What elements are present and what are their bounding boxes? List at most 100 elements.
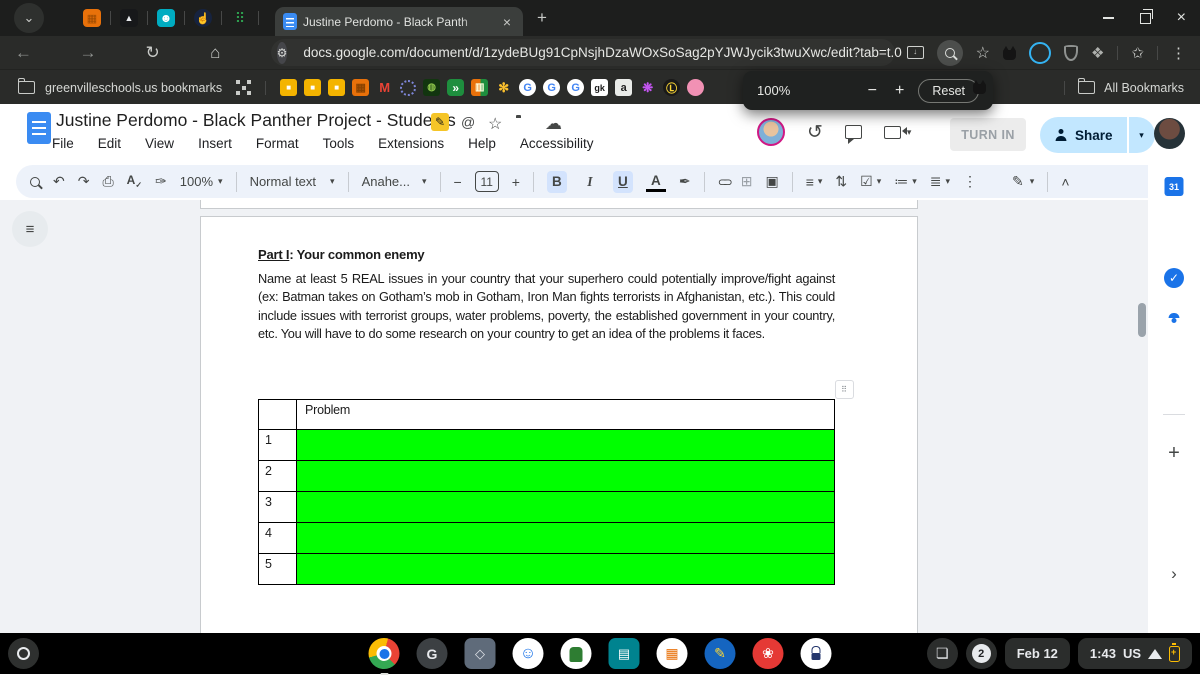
back-icon[interactable]: ← [12,43,35,63]
shelf-app-icon[interactable]: ❀ [752,638,784,669]
bookmark-favicon[interactable]: G [519,79,537,96]
install-app-icon[interactable]: ↓ [906,46,924,59]
share-dropdown[interactable]: ▾ [1128,117,1155,153]
increase-font-icon[interactable]: + [512,174,520,190]
add-addon-icon[interactable]: + [1168,442,1180,465]
bookmark-favicon[interactable] [400,79,417,96]
menu-item[interactable]: Format [256,136,299,151]
search-menus-icon[interactable] [30,174,40,190]
zoom-search-icon[interactable] [936,39,963,66]
tab-search-chevron-icon[interactable]: ⌄ [14,3,44,33]
tab-close-icon[interactable]: × [499,14,515,30]
comments-icon[interactable] [844,125,862,144]
share-button[interactable]: Share [1040,117,1127,153]
text-color-icon[interactable]: A [645,172,666,192]
minimize-icon[interactable] [1102,17,1114,19]
system-tray[interactable]: 1:43 US [1077,638,1192,669]
close-icon[interactable]: × [1177,9,1186,27]
scrollbar-thumb[interactable] [1138,303,1146,337]
bookmark-favicon[interactable] [687,79,705,96]
menu-item[interactable]: Tools [323,136,355,151]
highlighted-cell[interactable] [297,554,835,584]
date-pill[interactable]: Feb 12 [1004,638,1070,669]
menu-item[interactable]: Help [468,136,496,151]
bookmarks-folder-icon[interactable] [18,78,35,94]
cloud-status-icon[interactable]: ☁ [545,114,562,134]
highlighted-cell[interactable] [297,430,835,460]
document-page[interactable]: Part I: Your common enemy Name at least … [200,216,918,634]
sparkle-star-icon[interactable]: ✩ [1131,44,1144,62]
all-bookmarks-label[interactable]: All Bookmarks [1104,81,1184,95]
highlighted-cell[interactable] [297,461,835,491]
zoom-in-button[interactable]: + [895,82,904,100]
ruler-extension-icon[interactable]: ✎ [431,113,449,131]
bookmark-favicon[interactable]: ❋ [639,79,656,96]
print-icon[interactable]: ⎙ [102,173,113,190]
turn-in-button[interactable]: TURN IN [950,118,1026,151]
row-number-cell[interactable]: 4 [258,523,297,553]
bookmark-favicon[interactable]: » [447,79,465,96]
line-spacing-icon[interactable]: ⇅ [835,173,847,190]
shelf-app-icon[interactable] [368,638,400,675]
menu-item[interactable]: Insert [198,136,232,151]
address-bar[interactable]: ⚙ docs.google.com/document/d/1zydeBUg91C… [270,39,902,66]
bookmark-favicon[interactable]: ◍ [423,79,441,96]
menu-item[interactable]: Extensions [378,136,444,151]
styles-select[interactable]: Normal text ▾ [250,174,335,189]
numbered-list-icon[interactable]: ≣ ▾ [930,173,950,190]
bookmark-favicon[interactable]: M [376,79,393,96]
meet-camera-icon[interactable]: ▾ [883,125,911,139]
star-document-icon[interactable]: ☆ [488,114,502,134]
redo-icon[interactable]: ↷ [78,173,90,190]
bookmark-favicon[interactable]: ■ [328,79,346,96]
pinned-tab-favicon[interactable]: ⠿ [231,9,249,27]
bookmark-favicon[interactable]: G [543,79,561,96]
collaborator-avatar[interactable] [757,118,785,146]
bold-icon[interactable]: B [546,170,567,193]
expand-panel-icon[interactable]: › [1171,564,1177,584]
more-options-icon[interactable]: ⋮ [963,173,977,190]
highlighted-cell[interactable] [297,492,835,522]
user-avatar[interactable] [1154,118,1185,149]
shelf-app-icon[interactable]: ◇ [464,638,496,669]
shelf-app-icon[interactable]: ▤ [608,638,640,669]
floating-cat-icon[interactable] [973,80,986,94]
tune-icon[interactable]: ⚙ [276,41,288,64]
row-number-cell[interactable]: 1 [258,430,297,460]
bookmarks-folder-label[interactable]: greenvilleschools.us bookmarks [45,81,222,95]
menu-item[interactable]: File [52,136,74,151]
bookmark-favicon[interactable]: ■ [304,79,322,96]
font-size-input[interactable]: 11 [474,171,499,192]
table-header-cell[interactable]: Problem [297,400,835,429]
bookmark-favicon[interactable]: G [567,79,585,96]
row-number-cell[interactable]: 2 [258,461,297,491]
table-header-cell[interactable] [258,400,297,429]
table-drag-handle[interactable]: ⠿ [835,380,854,399]
shelf-app-icon[interactable] [800,638,832,669]
align-icon[interactable]: ≡ ▾ [806,174,823,190]
row-number-cell[interactable]: 3 [258,492,297,522]
shelf-app-icon[interactable]: ☺ [512,638,544,669]
insert-link-icon[interactable]: ⊂⊃ [718,175,733,189]
cat-extension-icon[interactable] [1002,45,1016,60]
document-title[interactable]: Justine Perdomo - Black Panther Project … [56,110,456,131]
bookmark-favicon[interactable]: a [615,79,633,96]
menu-item[interactable]: Edit [98,136,121,151]
apps-grid-icon[interactable] [236,80,252,95]
pinned-tab-favicon[interactable]: ☝ [194,9,212,27]
menu-item[interactable]: Accessibility [520,136,594,151]
paint-format-icon[interactable]: ✑ [155,173,167,190]
restore-icon[interactable] [1139,9,1154,24]
shield-extension-icon[interactable] [1063,44,1078,61]
mention-icon[interactable]: @ [461,114,475,130]
decrease-font-icon[interactable]: − [454,174,462,190]
browser-menu-icon[interactable]: ⋮ [1171,44,1186,62]
version-history-icon[interactable]: ↺ [807,121,823,144]
bookmark-favicon[interactable]: ■ [280,79,298,96]
shelf-app-icon[interactable]: G [416,638,448,669]
url-text[interactable]: docs.google.com/document/d/1zydeBUg91CpN… [303,45,901,60]
launcher-button[interactable] [8,638,39,669]
bookmark-favicon[interactable]: ▦ [352,79,370,96]
bookmark-favicon[interactable]: ✻ [495,79,512,96]
section-heading[interactable]: Part I: Your common enemy [258,247,425,262]
